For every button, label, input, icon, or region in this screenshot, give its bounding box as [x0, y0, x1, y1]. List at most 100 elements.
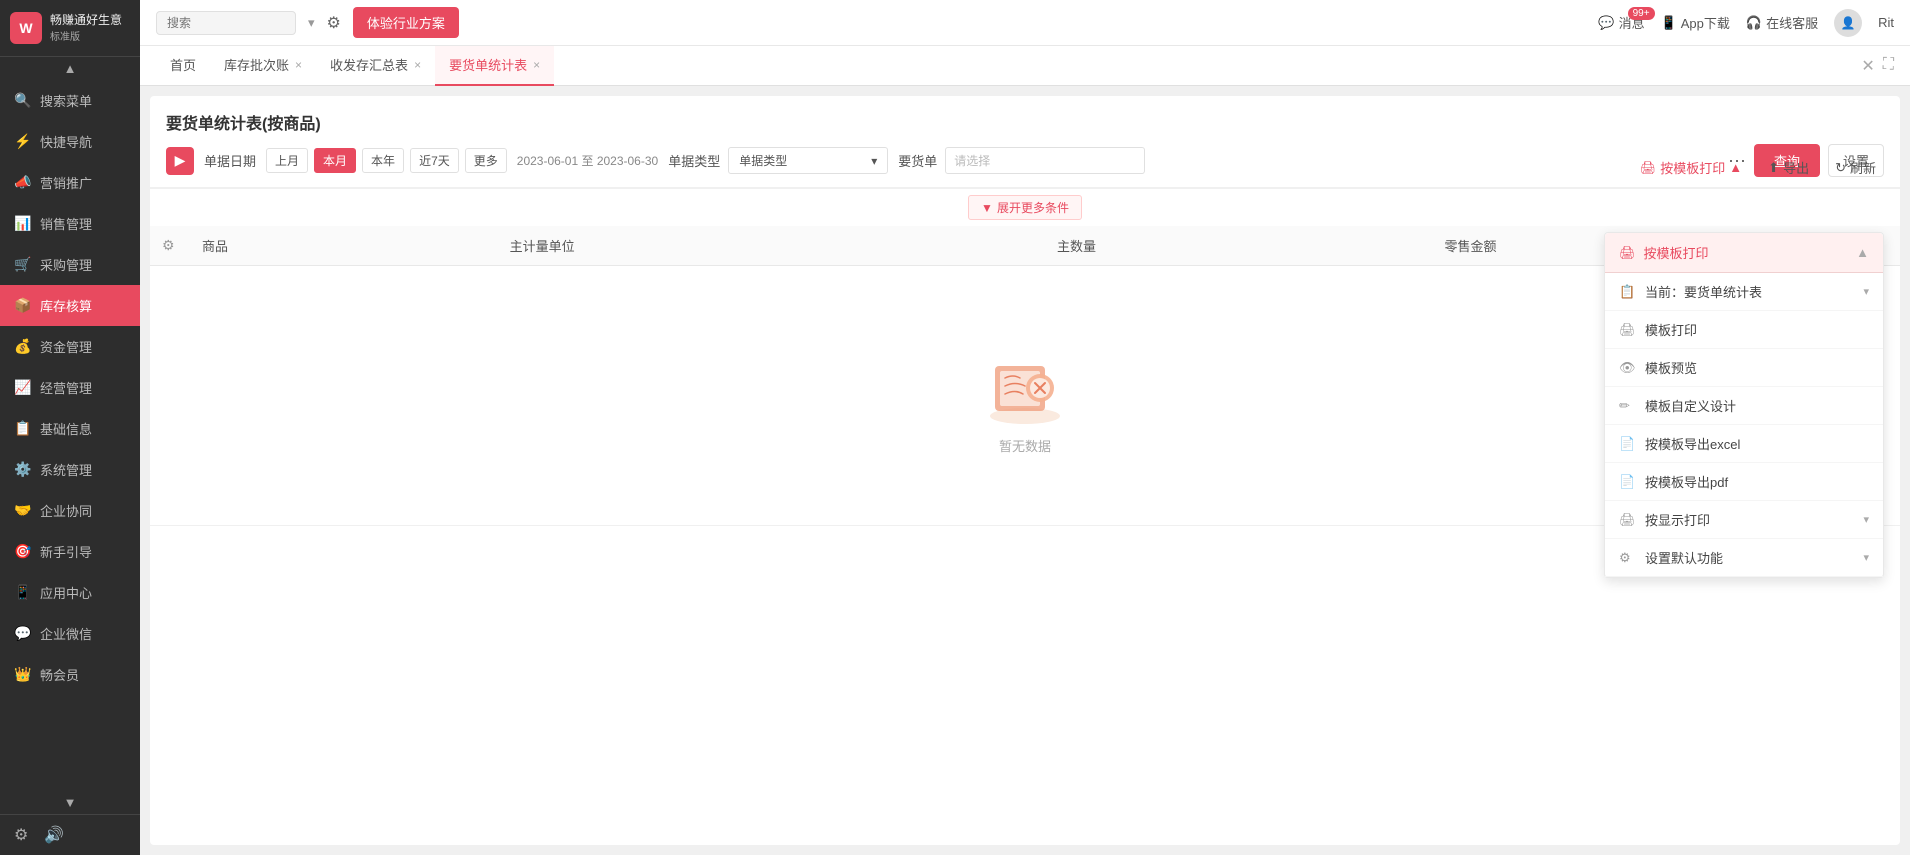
type-filter-select[interactable]: 单据类型 ▾: [728, 147, 888, 174]
expand-conditions-btn[interactable]: ▼ 展开更多条件: [968, 195, 1082, 220]
main-content: ▾ ⚙ 体验行业方案 💬 消息 99+ 📱 App下载 🎧 在线客服 👤 Rit…: [140, 0, 1910, 855]
sidebar-item-operation[interactable]: 📈 经营管理: [0, 367, 140, 408]
app-label: App下载: [1681, 13, 1730, 32]
sidebar-item-app-center[interactable]: 📱 应用中心: [0, 572, 140, 613]
dropdown-up-icon[interactable]: ▲: [1856, 245, 1869, 260]
display-print-label: 按显示打印: [1645, 510, 1710, 529]
topbar-gear-icon[interactable]: ⚙: [327, 13, 341, 33]
dropdown-header-right: ▲: [1856, 245, 1869, 260]
default-func-label: 设置默认功能: [1645, 548, 1723, 567]
sidebar-item-inventory[interactable]: 📦 库存核算: [0, 285, 140, 326]
tab-close-all-icon[interactable]: ✕: [1861, 56, 1874, 76]
sidebar-item-search[interactable]: 🔍 搜索菜单: [0, 80, 140, 121]
dropdown-current-template[interactable]: 📋 当前：要货单统计表 ▾: [1605, 273, 1883, 311]
username-label[interactable]: Rit: [1878, 15, 1894, 30]
user-avatar[interactable]: 👤: [1834, 9, 1862, 37]
sidebar-item-label: 新手引导: [40, 542, 92, 561]
sidebar-item-quick-nav[interactable]: ⚡ 快捷导航: [0, 121, 140, 162]
sidebar-item-wechat[interactable]: 💬 企业微信: [0, 613, 140, 654]
date-this-month-btn[interactable]: 本月: [314, 148, 356, 173]
display-print-icon: 🖨: [1619, 512, 1635, 528]
tab-home-label: 首页: [170, 55, 196, 74]
type-select-chevron-icon: ▾: [871, 154, 877, 168]
search-icon: 🔍: [14, 92, 32, 110]
messages-button[interactable]: 💬 消息 99+: [1598, 13, 1644, 32]
logo-text: 畅赚通好生意: [50, 13, 122, 29]
inventory-icon: 📦: [14, 297, 32, 315]
date-last-month-btn[interactable]: 上月: [266, 148, 308, 173]
goods-input-placeholder: 请选择: [954, 152, 990, 169]
sidebar-item-purchase[interactable]: 🛒 采购管理: [0, 244, 140, 285]
current-template-label: 当前：要货单统计表: [1645, 282, 1762, 301]
trial-button[interactable]: 体验行业方案: [353, 7, 459, 38]
dropdown-template-print[interactable]: 🖨 模板打印: [1605, 311, 1883, 349]
print-icon: 🖨: [1640, 160, 1657, 176]
col-unit: 主计量单位: [498, 226, 1045, 266]
tab-expand-icon[interactable]: ⛶: [1883, 56, 1894, 76]
dropdown-display-print[interactable]: 🖨 按显示打印 ▾: [1605, 501, 1883, 539]
export-button[interactable]: ⬆ 导出: [1760, 154, 1817, 181]
message-icon: 💬: [1598, 15, 1614, 31]
current-template-icon: 📋: [1619, 284, 1635, 300]
tab-order-stats-close[interactable]: ×: [533, 58, 540, 72]
refresh-button[interactable]: ↻ 刷新: [1827, 154, 1884, 181]
template-design-label: 模板自定义设计: [1645, 396, 1736, 415]
date-more-btn[interactable]: 更多: [465, 148, 507, 173]
topbar-search-input[interactable]: [156, 11, 296, 35]
date-this-year-btn[interactable]: 本年: [362, 148, 404, 173]
dropdown-default-func[interactable]: ⚙ 设置默认功能 ▾: [1605, 539, 1883, 577]
online-service-button[interactable]: 🎧 在线客服: [1746, 13, 1818, 32]
expand-row: ▼ 展开更多条件: [150, 188, 1900, 226]
sidebar-scroll-down[interactable]: ▼: [0, 791, 140, 814]
sidebar-item-label: 系统管理: [40, 460, 92, 479]
type-filter-label: 单据类型: [668, 151, 720, 170]
sidebar-item-system[interactable]: ⚙️ 系统管理: [0, 449, 140, 490]
sidebar-item-marketing[interactable]: 📣 营销推广: [0, 162, 140, 203]
app-download-button[interactable]: 📱 App下载: [1661, 13, 1730, 32]
print-chevron-icon: ▲: [1729, 160, 1742, 175]
sidebar-scroll-up[interactable]: ▲: [0, 57, 140, 80]
refresh-label: 刷新: [1850, 158, 1876, 177]
tab-inventory-batch[interactable]: 库存批次账 ×: [210, 46, 316, 86]
sidebar-item-member[interactable]: 👑 畅会员: [0, 654, 140, 695]
dropdown-template-preview[interactable]: 👁 模板预览: [1605, 349, 1883, 387]
service-icon: 🎧: [1746, 15, 1762, 31]
enterprise-icon: 🤝: [14, 502, 32, 520]
settings-bottom-icon[interactable]: ⚙: [14, 825, 28, 845]
filter-expand-button[interactable]: ▶: [166, 147, 194, 175]
dropdown-title: 按模板打印: [1644, 243, 1709, 262]
sidebar: W 畅赚通好生意 标准版 ▲ 🔍 搜索菜单 ⚡ 快捷导航 📣 营销推广 📊 销售…: [0, 0, 140, 855]
dropdown-template-pdf[interactable]: 📄 按模板导出pdf: [1605, 463, 1883, 501]
tab-receipt-summary[interactable]: 收发存汇总表 ×: [316, 46, 435, 86]
speaker-bottom-icon[interactable]: 🔊: [44, 825, 64, 845]
empty-text: 暂无数据: [999, 436, 1051, 455]
dropdown-template-excel[interactable]: 📄 按模板导出excel: [1605, 425, 1883, 463]
topbar-chevron-icon[interactable]: ▾: [308, 15, 315, 31]
sales-icon: 📊: [14, 215, 32, 233]
date-7days-btn[interactable]: 近7天: [410, 148, 459, 173]
marketing-icon: 📣: [14, 174, 32, 192]
sidebar-item-sales[interactable]: 📊 销售管理: [0, 203, 140, 244]
tab-home[interactable]: 首页: [156, 46, 210, 86]
tab-order-stats[interactable]: 要货单统计表 ×: [435, 46, 554, 86]
sidebar-item-label: 库存核算: [40, 296, 92, 315]
tab-inventory-batch-label: 库存批次账: [224, 55, 289, 74]
table-settings-icon[interactable]: ⚙: [162, 237, 175, 253]
tab-receipt-summary-close[interactable]: ×: [414, 58, 421, 72]
expand-icon: ▼: [981, 201, 993, 215]
dropdown-template-design[interactable]: ✏ 模板自定义设计: [1605, 387, 1883, 425]
display-print-chevron-icon: ▾: [1863, 513, 1869, 526]
sidebar-item-newbie[interactable]: 🎯 新手引导: [0, 531, 140, 572]
system-icon: ⚙️: [14, 461, 32, 479]
purchase-icon: 🛒: [14, 256, 32, 274]
dropdown-print-icon: 🖨: [1619, 245, 1636, 261]
logo-sub: 标准版: [50, 28, 122, 43]
print-button[interactable]: 🖨 按模板打印 ▲: [1632, 154, 1750, 181]
sidebar-item-basic[interactable]: 📋 基础信息: [0, 408, 140, 449]
print-label: 按模板打印: [1660, 158, 1725, 177]
finance-icon: 💰: [14, 338, 32, 356]
sidebar-item-enterprise[interactable]: 🤝 企业协同: [0, 490, 140, 531]
goods-filter-input[interactable]: 请选择: [945, 147, 1145, 174]
tab-inventory-batch-close[interactable]: ×: [295, 58, 302, 72]
sidebar-item-finance[interactable]: 💰 资金管理: [0, 326, 140, 367]
